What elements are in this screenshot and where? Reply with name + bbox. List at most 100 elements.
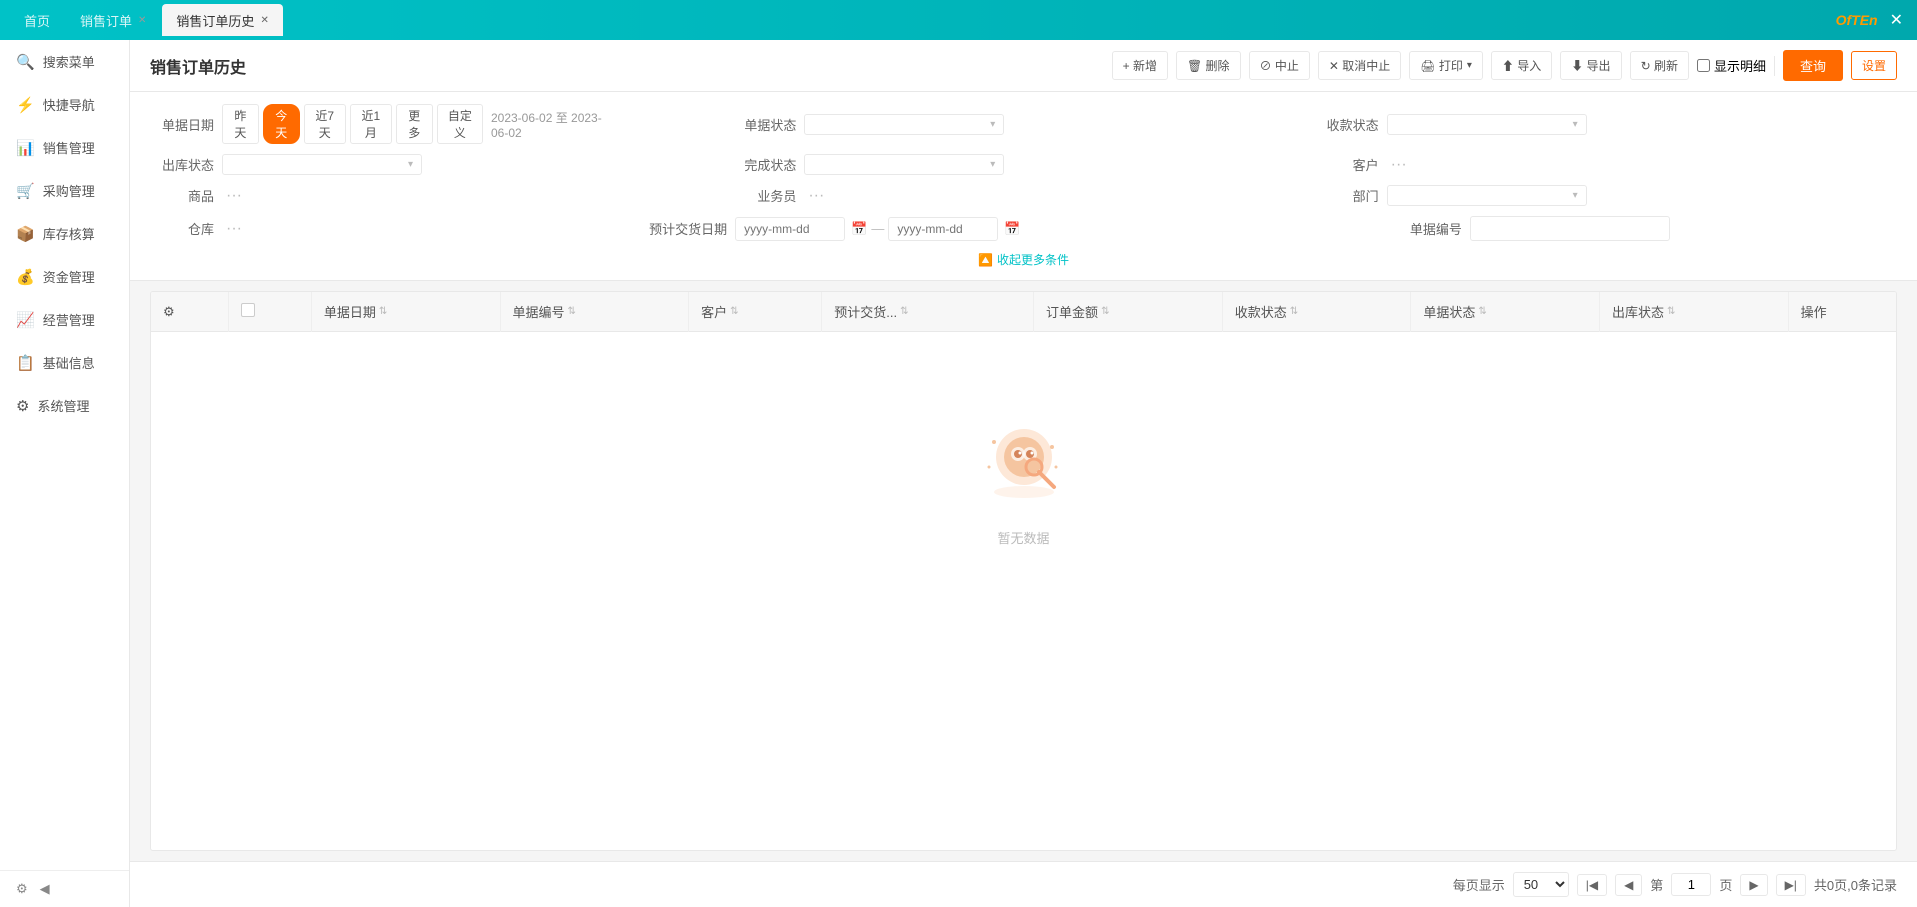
sort-pay-status-icon[interactable]: ⇅ — [1290, 306, 1298, 317]
inventory-icon: 📦 — [16, 225, 35, 243]
sidebar-item-inventory-label: 库存核算 — [43, 224, 95, 243]
date-button-group: 昨天 今天 近7天 近1月 更多 自定义 2023-06-02 至 2023-0… — [222, 104, 602, 144]
sidebar-item-search-menu[interactable]: 🔍 搜索菜单 — [0, 40, 129, 83]
settings-gear-icon[interactable]: ⚙ — [163, 304, 175, 319]
sidebar-collapse-icon[interactable]: ◀ — [40, 881, 50, 897]
th-amount-label: 订单金额 — [1046, 302, 1098, 321]
out-status-select[interactable]: ▾ — [222, 154, 422, 175]
tab-home-label: 首页 — [24, 11, 50, 30]
sort-no-icon[interactable]: ⇅ — [568, 306, 576, 317]
date-btn-more[interactable]: 更多 — [396, 104, 433, 144]
sort-order-status-icon[interactable]: ⇅ — [1478, 306, 1486, 317]
date-btn-custom[interactable]: 自定义 — [437, 104, 483, 144]
prev-page-button[interactable]: ◀ — [1615, 874, 1642, 896]
display-detail-checkbox[interactable] — [1697, 59, 1710, 72]
new-button[interactable]: + 新增 — [1112, 51, 1168, 80]
content-area: 销售订单历史 + 新增 🗑 删除 ⊘ 中止 ✕ 取消中止 🖨 打印 ▾ ⬆ 导入… — [130, 40, 1917, 907]
sidebar-item-quick-nav[interactable]: ⚡ 快捷导航 — [0, 83, 129, 126]
delivery-date-from[interactable] — [735, 217, 845, 241]
date-filter-control: 昨天 今天 近7天 近1月 更多 自定义 2023-06-02 至 2023-0… — [222, 104, 602, 144]
current-page-input[interactable] — [1671, 873, 1711, 896]
sidebar-settings-icon[interactable]: ⚙ — [16, 881, 28, 897]
sidebar-bottom: ⚙ ◀ — [0, 870, 129, 907]
tab-sales-order-history-label: 销售订单历史 — [176, 11, 254, 30]
stop-button[interactable]: ⊘ 中止 — [1249, 51, 1310, 80]
window-close-button[interactable]: ✕ — [1886, 6, 1907, 34]
settings-button[interactable]: 设置 — [1851, 51, 1897, 80]
filter-row-2: 出库状态 ▾ 完成状态 ▾ 客户 ··· — [150, 154, 1897, 175]
last-page-button[interactable]: ▶| — [1776, 874, 1806, 896]
th-date-label: 单据日期 — [324, 302, 376, 321]
sidebar-item-purchase-mgmt[interactable]: 🛒 采购管理 — [0, 169, 129, 212]
sidebar-item-finance[interactable]: 💰 资金管理 — [0, 255, 129, 298]
close-history-icon[interactable]: ✕ — [260, 15, 268, 26]
date-separator: — — [871, 221, 884, 236]
date-btn-yesterday[interactable]: 昨天 — [222, 104, 259, 144]
base-info-icon: 📋 — [16, 354, 35, 372]
customer-label: 客户 — [1315, 155, 1387, 174]
order-status-arrow-icon: ▾ — [990, 119, 995, 130]
tab-sales-order-history[interactable]: 销售订单历史 ✕ — [162, 4, 282, 36]
sidebar: 🔍 搜索菜单 ⚡ 快捷导航 📊 销售管理 🛒 采购管理 📦 库存核算 💰 资金管… — [0, 40, 130, 907]
th-operation-label: 操作 — [1801, 305, 1827, 320]
tab-home[interactable]: 首页 — [10, 4, 64, 36]
pay-status-select[interactable]: ▾ — [1387, 114, 1587, 135]
close-sales-order-icon[interactable]: ✕ — [138, 15, 146, 26]
date-filter-item: 单据日期 昨天 今天 近7天 近1月 更多 自定义 2023-06-02 至 2… — [150, 104, 732, 144]
sidebar-item-sys-mgmt[interactable]: ⚙ 系统管理 — [0, 384, 129, 427]
dept-item: 部门 ▾ — [1315, 185, 1897, 206]
header-checkbox[interactable] — [241, 303, 255, 317]
cancel-stop-button[interactable]: ✕ 取消中止 — [1318, 51, 1401, 80]
refresh-button[interactable]: ↻ 刷新 — [1630, 51, 1689, 80]
order-no-input[interactable] — [1470, 216, 1670, 241]
per-page-select[interactable]: 50 10 20 100 — [1513, 872, 1569, 897]
cal-to-icon[interactable]: 📅 — [1004, 221, 1020, 237]
display-detail-wrapper: 显示明细 — [1697, 56, 1766, 75]
customer-dots-btn[interactable]: ··· — [1387, 156, 1411, 174]
sort-out-status-icon[interactable]: ⇅ — [1667, 306, 1675, 317]
product-dots-btn[interactable]: ··· — [222, 187, 246, 205]
sort-date-icon[interactable]: ⇅ — [379, 306, 387, 317]
tab-sales-order[interactable]: 销售订单 ✕ — [66, 4, 160, 36]
date-btn-1month[interactable]: 近1月 — [350, 104, 392, 144]
warehouse-dots-btn[interactable]: ··· — [222, 220, 246, 238]
order-status-select[interactable]: ▾ — [804, 114, 1004, 135]
page-label-pre: 第 — [1650, 875, 1663, 894]
cal-from-icon[interactable]: 📅 — [851, 221, 867, 237]
th-delivery: 预计交货... ⇅ — [822, 292, 1034, 332]
date-btn-today[interactable]: 今天 — [263, 104, 300, 144]
sort-amount-icon[interactable]: ⇅ — [1101, 306, 1109, 317]
pagination-bar: 每页显示 50 10 20 100 |◀ ◀ 第 页 ▶ ▶| 共0页,0条记录 — [130, 861, 1917, 907]
sales-person-dots-btn[interactable]: ··· — [804, 187, 828, 205]
first-page-button[interactable]: |◀ — [1577, 874, 1607, 896]
date-btn-7days[interactable]: 近7天 — [304, 104, 346, 144]
th-customer: 客户 ⇅ — [689, 292, 822, 332]
sort-delivery-icon[interactable]: ⇅ — [900, 306, 908, 317]
collapse-row[interactable]: 🔼 收起更多条件 — [150, 251, 1897, 268]
import-button[interactable]: ⬆ 导入 — [1491, 51, 1552, 80]
sidebar-item-finance-label: 资金管理 — [43, 267, 95, 286]
sidebar-item-base-info[interactable]: 📋 基础信息 — [0, 341, 129, 384]
sidebar-item-operations[interactable]: 📈 经营管理 — [0, 298, 129, 341]
next-page-button[interactable]: ▶ — [1740, 874, 1767, 896]
filter-area: 单据日期 昨天 今天 近7天 近1月 更多 自定义 2023-06-02 至 2… — [130, 92, 1917, 281]
data-table: ⚙ 单据日期 ⇅ 单据编号 — [151, 292, 1896, 627]
export-button[interactable]: ⬇ 导出 — [1560, 51, 1621, 80]
dept-select[interactable]: ▾ — [1387, 185, 1587, 206]
sort-customer-icon[interactable]: ⇅ — [730, 306, 738, 317]
delivery-date-to[interactable] — [888, 217, 998, 241]
sidebar-item-quick-nav-label: 快捷导航 — [43, 95, 95, 114]
divider — [1774, 56, 1775, 76]
complete-status-arrow-icon: ▾ — [990, 159, 995, 170]
warehouse-item: 仓库 ··· — [150, 219, 649, 238]
sidebar-item-sales-mgmt[interactable]: 📊 销售管理 — [0, 126, 129, 169]
search-menu-icon: 🔍 — [16, 53, 35, 71]
complete-status-select[interactable]: ▾ — [804, 154, 1004, 175]
sidebar-item-inventory[interactable]: 📦 库存核算 — [0, 212, 129, 255]
delete-button[interactable]: 🗑 删除 — [1176, 51, 1241, 80]
sidebar-item-search-menu-label: 搜索菜单 — [43, 52, 95, 71]
print-button[interactable]: 🖨 打印 ▾ — [1409, 51, 1483, 80]
query-button[interactable]: 查询 — [1783, 50, 1843, 81]
print-arrow-icon: ▾ — [1467, 60, 1472, 71]
th-customer-label: 客户 — [701, 302, 727, 321]
